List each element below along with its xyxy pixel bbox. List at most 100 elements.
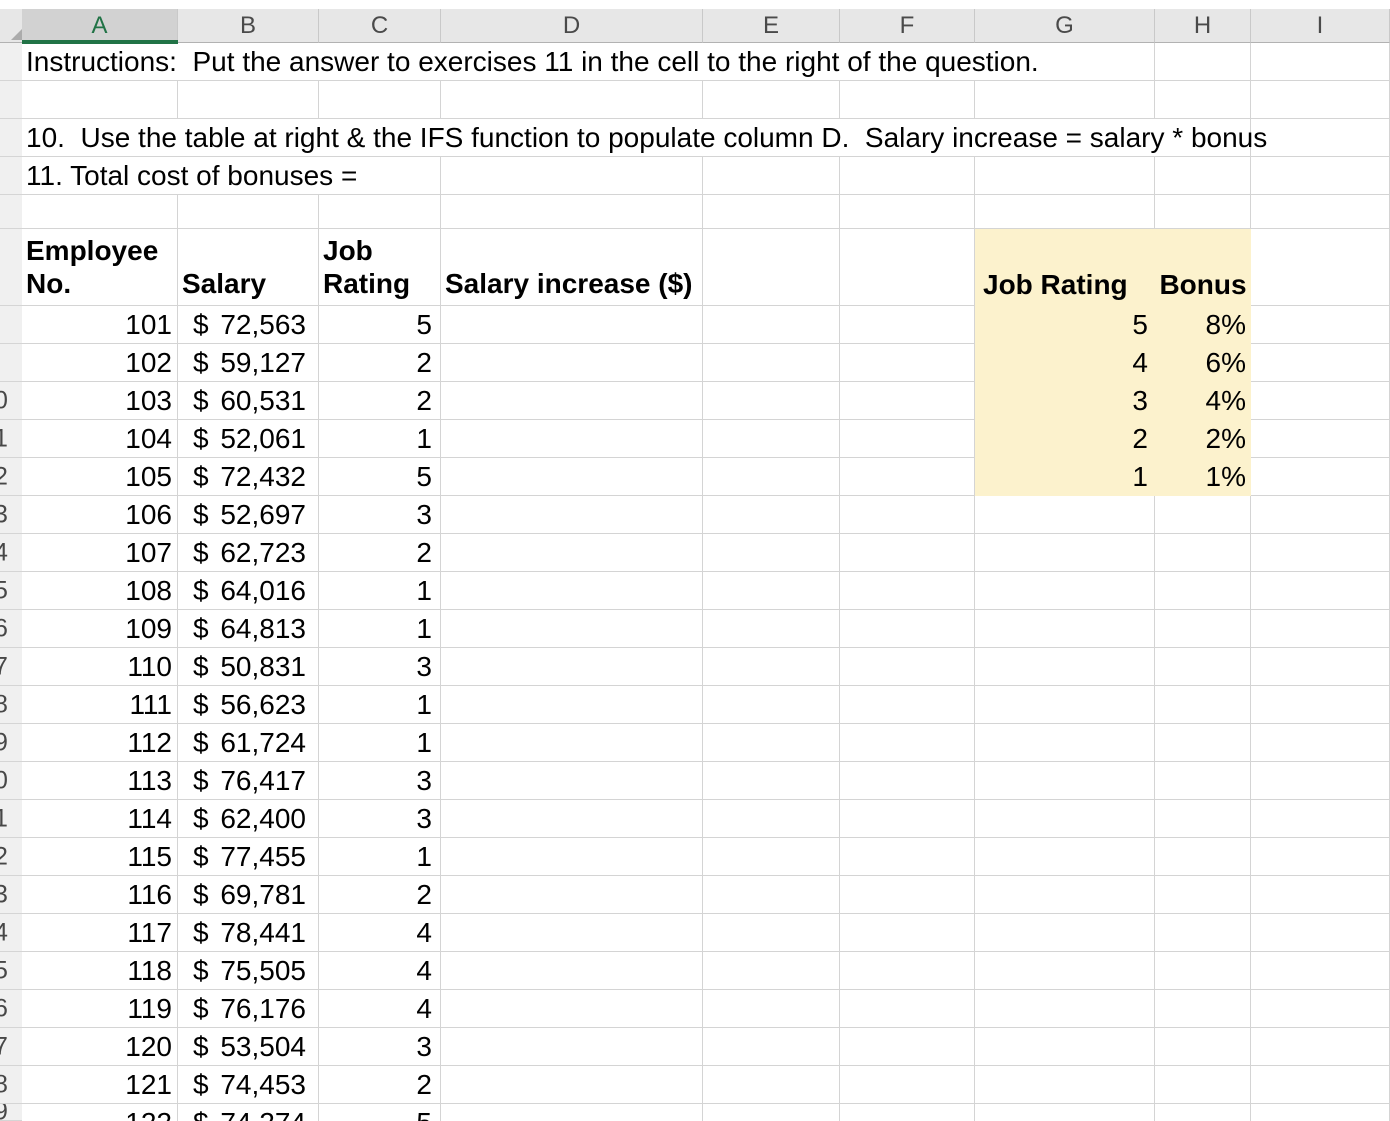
cell[interactable] bbox=[703, 420, 840, 458]
cell[interactable] bbox=[1155, 686, 1251, 724]
salary-cell[interactable]: $76,176 bbox=[178, 990, 319, 1028]
cell[interactable] bbox=[840, 724, 975, 762]
cell[interactable] bbox=[441, 195, 703, 229]
cell[interactable] bbox=[1251, 762, 1390, 800]
cell[interactable] bbox=[703, 990, 840, 1028]
job-rating-cell[interactable]: 4 bbox=[319, 952, 441, 990]
cell[interactable] bbox=[975, 1104, 1155, 1121]
salary-increase-cell[interactable] bbox=[441, 458, 703, 496]
cell[interactable] bbox=[703, 382, 840, 420]
cell[interactable] bbox=[1155, 648, 1251, 686]
salary-cell[interactable]: $56,623 bbox=[178, 686, 319, 724]
cell[interactable] bbox=[1155, 534, 1251, 572]
row-header[interactable]: 4 bbox=[0, 534, 22, 572]
salary-increase-cell[interactable] bbox=[441, 838, 703, 876]
cell[interactable] bbox=[1251, 686, 1390, 724]
cell[interactable] bbox=[703, 610, 840, 648]
cell[interactable] bbox=[840, 229, 975, 306]
cell[interactable] bbox=[703, 1104, 840, 1121]
cell[interactable] bbox=[975, 800, 1155, 838]
row-header[interactable]: 9 bbox=[0, 724, 22, 762]
salary-cell[interactable]: $69,781 bbox=[178, 876, 319, 914]
cell[interactable] bbox=[840, 496, 975, 534]
cell[interactable] bbox=[703, 800, 840, 838]
salary-increase-cell[interactable] bbox=[441, 876, 703, 914]
cell[interactable] bbox=[840, 990, 975, 1028]
job-rating-cell[interactable]: 5 bbox=[319, 1104, 441, 1121]
bonus-value-cell[interactable]: 8% bbox=[1155, 309, 1251, 341]
cell[interactable] bbox=[975, 157, 1155, 195]
cell[interactable] bbox=[319, 195, 441, 229]
salary-increase-cell[interactable] bbox=[441, 990, 703, 1028]
employee-no-cell[interactable]: 120 bbox=[22, 1028, 178, 1066]
cell[interactable] bbox=[840, 952, 975, 990]
cell[interactable] bbox=[975, 1028, 1155, 1066]
question-11-cell[interactable]: 11. Total cost of bonuses = bbox=[22, 157, 441, 195]
salary-cell[interactable]: $72,432 bbox=[178, 458, 319, 496]
cell[interactable] bbox=[703, 1066, 840, 1104]
salary-increase-cell[interactable] bbox=[441, 610, 703, 648]
salary-cell[interactable]: $74,274 bbox=[178, 1104, 319, 1121]
cell[interactable] bbox=[1251, 1028, 1390, 1066]
salary-increase-cell[interactable] bbox=[441, 306, 703, 344]
cell[interactable] bbox=[703, 686, 840, 724]
cell[interactable] bbox=[1251, 43, 1390, 81]
employee-no-cell[interactable]: 101 bbox=[22, 306, 178, 344]
cell[interactable] bbox=[703, 876, 840, 914]
cell[interactable] bbox=[840, 534, 975, 572]
salary-cell[interactable]: $60,531 bbox=[178, 382, 319, 420]
cell[interactable] bbox=[1155, 724, 1251, 762]
employee-no-cell[interactable]: 119 bbox=[22, 990, 178, 1028]
salary-increase-cell[interactable] bbox=[441, 1066, 703, 1104]
salary-increase-header-cell[interactable]: Salary increase ($) bbox=[441, 229, 703, 306]
salary-increase-cell[interactable] bbox=[441, 800, 703, 838]
cell[interactable] bbox=[319, 81, 441, 119]
row-header[interactable] bbox=[0, 119, 22, 157]
cell[interactable] bbox=[703, 229, 840, 306]
cell[interactable] bbox=[1251, 496, 1390, 534]
cell[interactable] bbox=[1155, 990, 1251, 1028]
cell[interactable] bbox=[1155, 1066, 1251, 1104]
cell[interactable] bbox=[1251, 914, 1390, 952]
salary-increase-cell[interactable] bbox=[441, 762, 703, 800]
row-header[interactable]: 4 bbox=[0, 914, 22, 952]
row-header[interactable]: 2 bbox=[0, 458, 22, 496]
employee-no-cell[interactable]: 122 bbox=[22, 1104, 178, 1121]
job-rating-cell[interactable]: 4 bbox=[319, 914, 441, 952]
salary-increase-cell[interactable] bbox=[441, 344, 703, 382]
cell[interactable] bbox=[975, 572, 1155, 610]
row-header[interactable]: 5 bbox=[0, 952, 22, 990]
employee-no-cell[interactable]: 106 bbox=[22, 496, 178, 534]
cell[interactable] bbox=[703, 458, 840, 496]
row-header[interactable] bbox=[0, 195, 22, 229]
job-rating-cell[interactable]: 2 bbox=[319, 1066, 441, 1104]
employee-no-header-cell[interactable]: Employee No. bbox=[22, 229, 178, 306]
cell[interactable] bbox=[1155, 157, 1251, 195]
salary-cell[interactable]: $72,563 bbox=[178, 306, 319, 344]
row-header[interactable] bbox=[0, 43, 22, 81]
salary-cell[interactable]: $52,061 bbox=[178, 420, 319, 458]
employee-no-cell[interactable]: 102 bbox=[22, 344, 178, 382]
cell[interactable] bbox=[178, 81, 319, 119]
cell[interactable] bbox=[1155, 876, 1251, 914]
cell[interactable] bbox=[703, 157, 840, 195]
cell[interactable] bbox=[1155, 1028, 1251, 1066]
salary-cell[interactable]: $50,831 bbox=[178, 648, 319, 686]
job-rating-cell[interactable]: 3 bbox=[319, 800, 441, 838]
salary-increase-cell[interactable] bbox=[441, 724, 703, 762]
salary-increase-cell[interactable] bbox=[441, 686, 703, 724]
job-rating-cell[interactable]: 2 bbox=[319, 534, 441, 572]
salary-increase-cell[interactable] bbox=[441, 914, 703, 952]
cell[interactable] bbox=[1155, 43, 1251, 81]
salary-increase-cell[interactable] bbox=[441, 534, 703, 572]
job-rating-cell[interactable]: 3 bbox=[319, 762, 441, 800]
cell[interactable] bbox=[840, 838, 975, 876]
cell[interactable] bbox=[1155, 195, 1251, 229]
cell[interactable] bbox=[975, 990, 1155, 1028]
cell[interactable] bbox=[1251, 876, 1390, 914]
cell[interactable] bbox=[975, 838, 1155, 876]
cell[interactable] bbox=[975, 724, 1155, 762]
row-header[interactable] bbox=[0, 229, 22, 306]
job-rating-cell[interactable]: 1 bbox=[319, 572, 441, 610]
cell[interactable] bbox=[1251, 382, 1390, 420]
